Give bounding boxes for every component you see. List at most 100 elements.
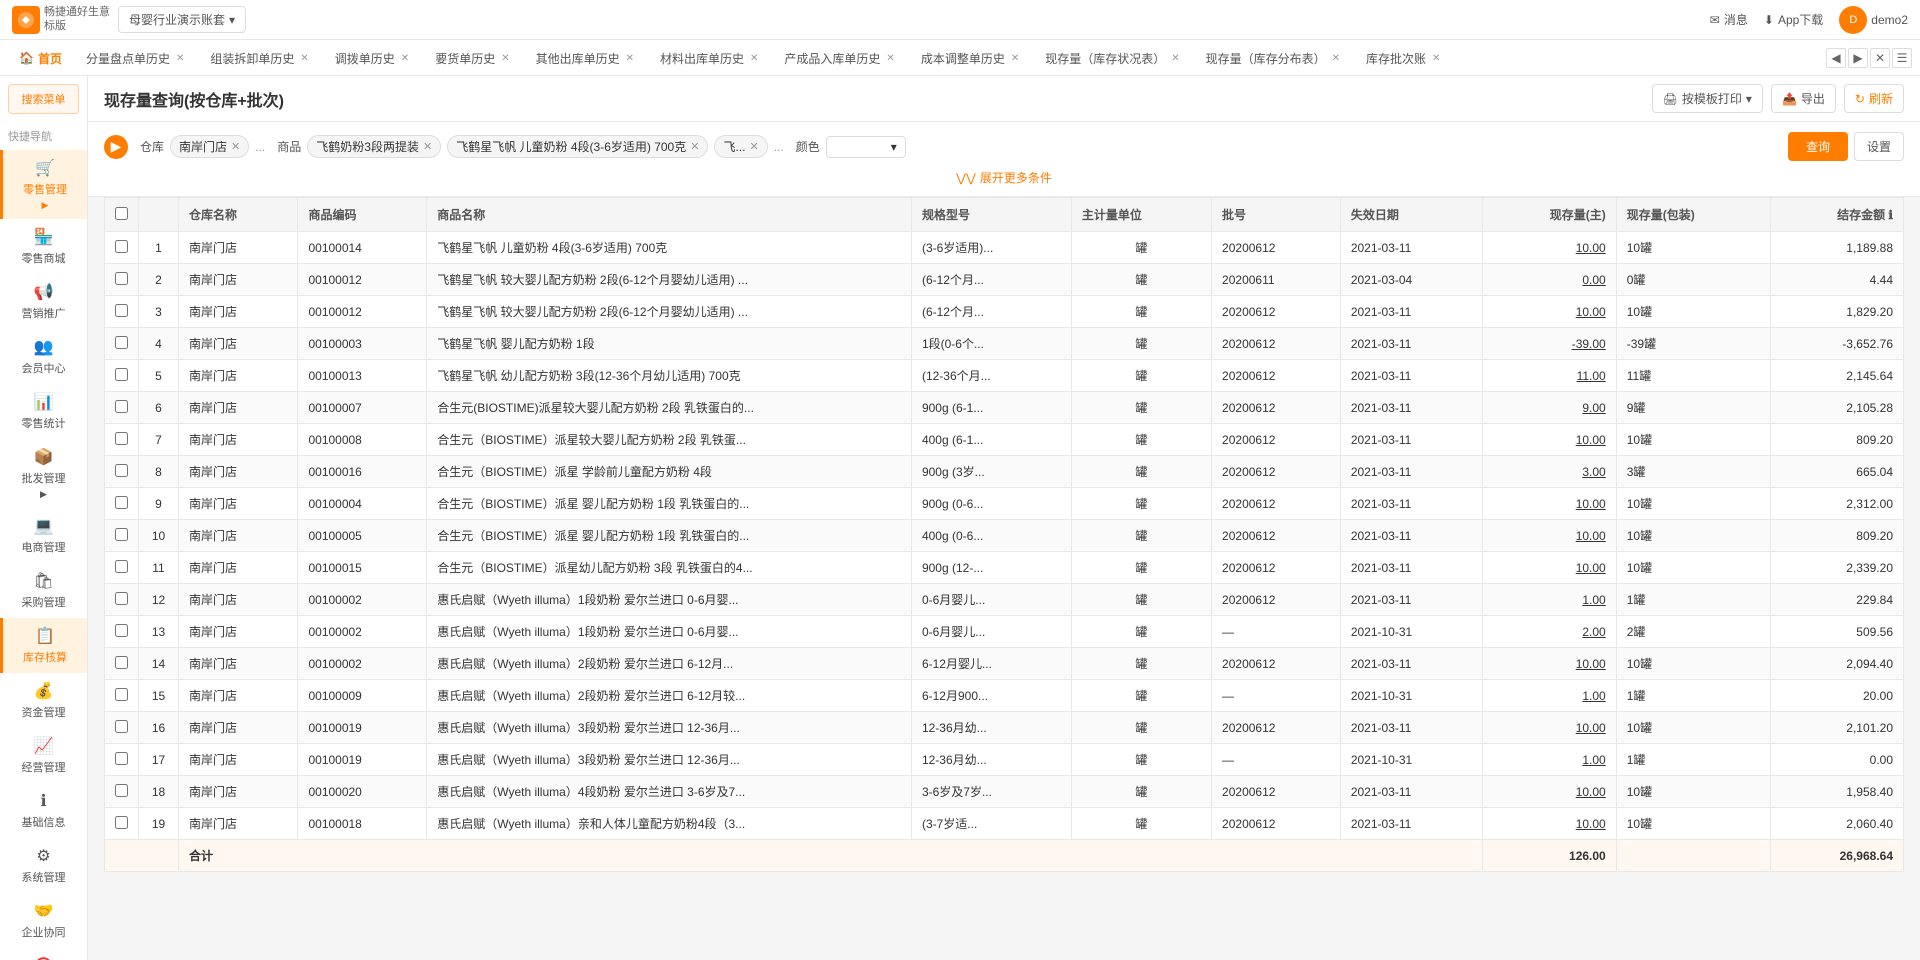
product-tag-3-close-icon[interactable]: ✕ [749,140,758,153]
export-button[interactable]: 📤 导出 [1771,84,1836,113]
row-checkbox[interactable] [105,360,139,392]
row-stock-main[interactable]: 10.00 [1483,488,1616,520]
row-checkbox[interactable] [105,552,139,584]
tab-stock-status[interactable]: 现存量（库存状况表） ✕ [1034,42,1192,74]
settings-button[interactable]: 设置 [1854,132,1904,161]
row-checkbox[interactable] [105,744,139,776]
product-filter-tag-2[interactable]: 飞鹤星飞帆 儿童奶粉 4段(3-6岁适用) 700克 ✕ [447,135,708,158]
tab-material-out[interactable]: 材料出库单历史 ✕ [649,42,771,74]
row-stock-main[interactable]: 10.00 [1483,808,1616,840]
row-checkbox[interactable] [105,712,139,744]
sidebar-item-inventory[interactable]: 📋 库存核算 [0,618,87,673]
sidebar-item-system[interactable]: ⚙ 系统管理 [0,838,87,893]
row-checkbox[interactable] [105,776,139,808]
sidebar-item-member[interactable]: 👥 会员中心 [0,329,87,384]
sidebar-item-operations[interactable]: 📈 经营管理 [0,728,87,783]
row-checkbox[interactable] [105,424,139,456]
tab-close-material-out[interactable]: ✕ [748,51,760,66]
row-stock-main[interactable]: 10.00 [1483,296,1616,328]
sidebar-item-retail-store[interactable]: 🏪 零售商城 [0,219,87,274]
row-stock-main[interactable]: 1.00 [1483,744,1616,776]
tab-menu-button[interactable]: ☰ [1892,48,1912,68]
sidebar-item-purchase[interactable]: 🛍 采购管理 [0,563,87,618]
row-checkbox[interactable] [105,264,139,296]
product-tag-1-close-icon[interactable]: ✕ [423,140,432,153]
tab-close-mix[interactable]: ✕ [399,51,411,66]
row-stock-main[interactable]: 10.00 [1483,776,1616,808]
product-more-icon[interactable]: ... [774,140,784,154]
search-menu-button[interactable]: 搜索菜单 [8,84,79,114]
row-stock-main[interactable]: 1.00 [1483,584,1616,616]
color-select[interactable]: ▾ [826,136,906,158]
tab-next-button[interactable]: ▶ [1848,48,1868,68]
row-stock-main[interactable]: 10.00 [1483,520,1616,552]
sidebar-item-onboarding[interactable]: 🎯 新手引导 [0,948,87,960]
row-checkbox[interactable] [105,680,139,712]
sidebar-item-wholesale[interactable]: 📦 批发管理 ▶ [0,439,87,508]
row-checkbox[interactable] [105,616,139,648]
sidebar-item-retail-stats[interactable]: 📊 零售统计 [0,384,87,439]
warehouse-tag-close-icon[interactable]: ✕ [231,140,240,153]
warehouse-filter-tag[interactable]: 南岸门店 ✕ [170,135,249,158]
sidebar-item-ecommerce[interactable]: 💻 电商管理 [0,508,87,563]
tab-close-other-out[interactable]: ✕ [624,51,636,66]
row-checkbox[interactable] [105,328,139,360]
query-button[interactable]: 查询 [1788,132,1848,161]
print-button[interactable]: 🖨 按模板打印 ▾ [1652,84,1763,113]
tab-request[interactable]: 要货单历史 ✕ [424,42,522,74]
row-stock-main[interactable]: 10.00 [1483,552,1616,584]
tab-close-all-button[interactable]: ✕ [1870,48,1890,68]
tab-close-product-in[interactable]: ✕ [884,51,896,66]
tab-close-stock-status[interactable]: ✕ [1169,51,1181,66]
row-checkbox[interactable] [105,520,139,552]
row-checkbox[interactable] [105,648,139,680]
row-stock-main[interactable]: 10.00 [1483,712,1616,744]
row-checkbox[interactable] [105,488,139,520]
tab-batch-account[interactable]: 库存批次账 ✕ [1355,42,1453,74]
tab-home[interactable]: 🏠 首页 [8,42,73,74]
tab-split-inventory[interactable]: 分量盘点单历史 ✕ [75,42,197,74]
row-stock-main[interactable]: -39.00 [1483,328,1616,360]
product-filter-tag-3[interactable]: 飞... ✕ [714,135,767,158]
expand-conditions-button[interactable]: ⋁⋁ 展开更多条件 [956,169,1052,186]
filter-expand-left-button[interactable]: ▶ [104,135,128,159]
sidebar-item-finance[interactable]: 💰 资金管理 [0,673,87,728]
message-button[interactable]: ✉ 消息 [1710,11,1748,28]
row-checkbox[interactable] [105,584,139,616]
tab-mix[interactable]: 调拨单历史 ✕ [324,42,422,74]
row-stock-main[interactable]: 0.00 [1483,264,1616,296]
row-stock-main[interactable]: 1.00 [1483,680,1616,712]
tab-prev-button[interactable]: ◀ [1826,48,1846,68]
product-tag-2-close-icon[interactable]: ✕ [690,140,699,153]
row-checkbox[interactable] [105,296,139,328]
row-stock-main[interactable]: 2.00 [1483,616,1616,648]
product-filter-tag-1[interactable]: 飞鹤奶粉3段两提装 ✕ [307,135,441,158]
industry-selector[interactable]: 母婴行业演示账套 ▾ [118,6,246,33]
tab-other-out[interactable]: 其他出库单历史 ✕ [525,42,647,74]
row-stock-main[interactable]: 3.00 [1483,456,1616,488]
app-download-button[interactable]: ⬇ App下载 [1764,11,1823,28]
select-all-checkbox[interactable] [115,207,128,220]
refresh-button[interactable]: ↻ 刷新 [1844,84,1904,113]
tab-cost-adjust[interactable]: 成本调整单历史 ✕ [910,42,1032,74]
tab-close-request[interactable]: ✕ [499,51,511,66]
tab-close-stock-dist[interactable]: ✕ [1330,51,1342,66]
row-stock-main[interactable]: 10.00 [1483,232,1616,264]
row-checkbox[interactable] [105,392,139,424]
row-checkbox[interactable] [105,808,139,840]
sidebar-item-marketing[interactable]: 📢 营销推广 [0,274,87,329]
row-stock-main[interactable]: 10.00 [1483,648,1616,680]
row-stock-main[interactable]: 10.00 [1483,424,1616,456]
row-stock-main[interactable]: 9.00 [1483,392,1616,424]
row-checkbox[interactable] [105,232,139,264]
tab-product-in[interactable]: 产成品入库单历史 ✕ [773,42,907,74]
user-area[interactable]: D demo2 [1839,6,1908,34]
sidebar-item-retail[interactable]: 🛒 零售管理 ▶ [0,150,87,219]
tab-close-dismantle[interactable]: ✕ [298,51,310,66]
tab-close-split-inventory[interactable]: ✕ [174,51,186,66]
sidebar-item-basic[interactable]: ℹ 基础信息 [0,783,87,838]
warehouse-more-icon[interactable]: ... [255,140,265,154]
row-stock-main[interactable]: 11.00 [1483,360,1616,392]
tab-dismantle[interactable]: 组装拆卸单历史 ✕ [199,42,321,74]
sidebar-item-enterprise[interactable]: 🤝 企业协同 [0,893,87,948]
